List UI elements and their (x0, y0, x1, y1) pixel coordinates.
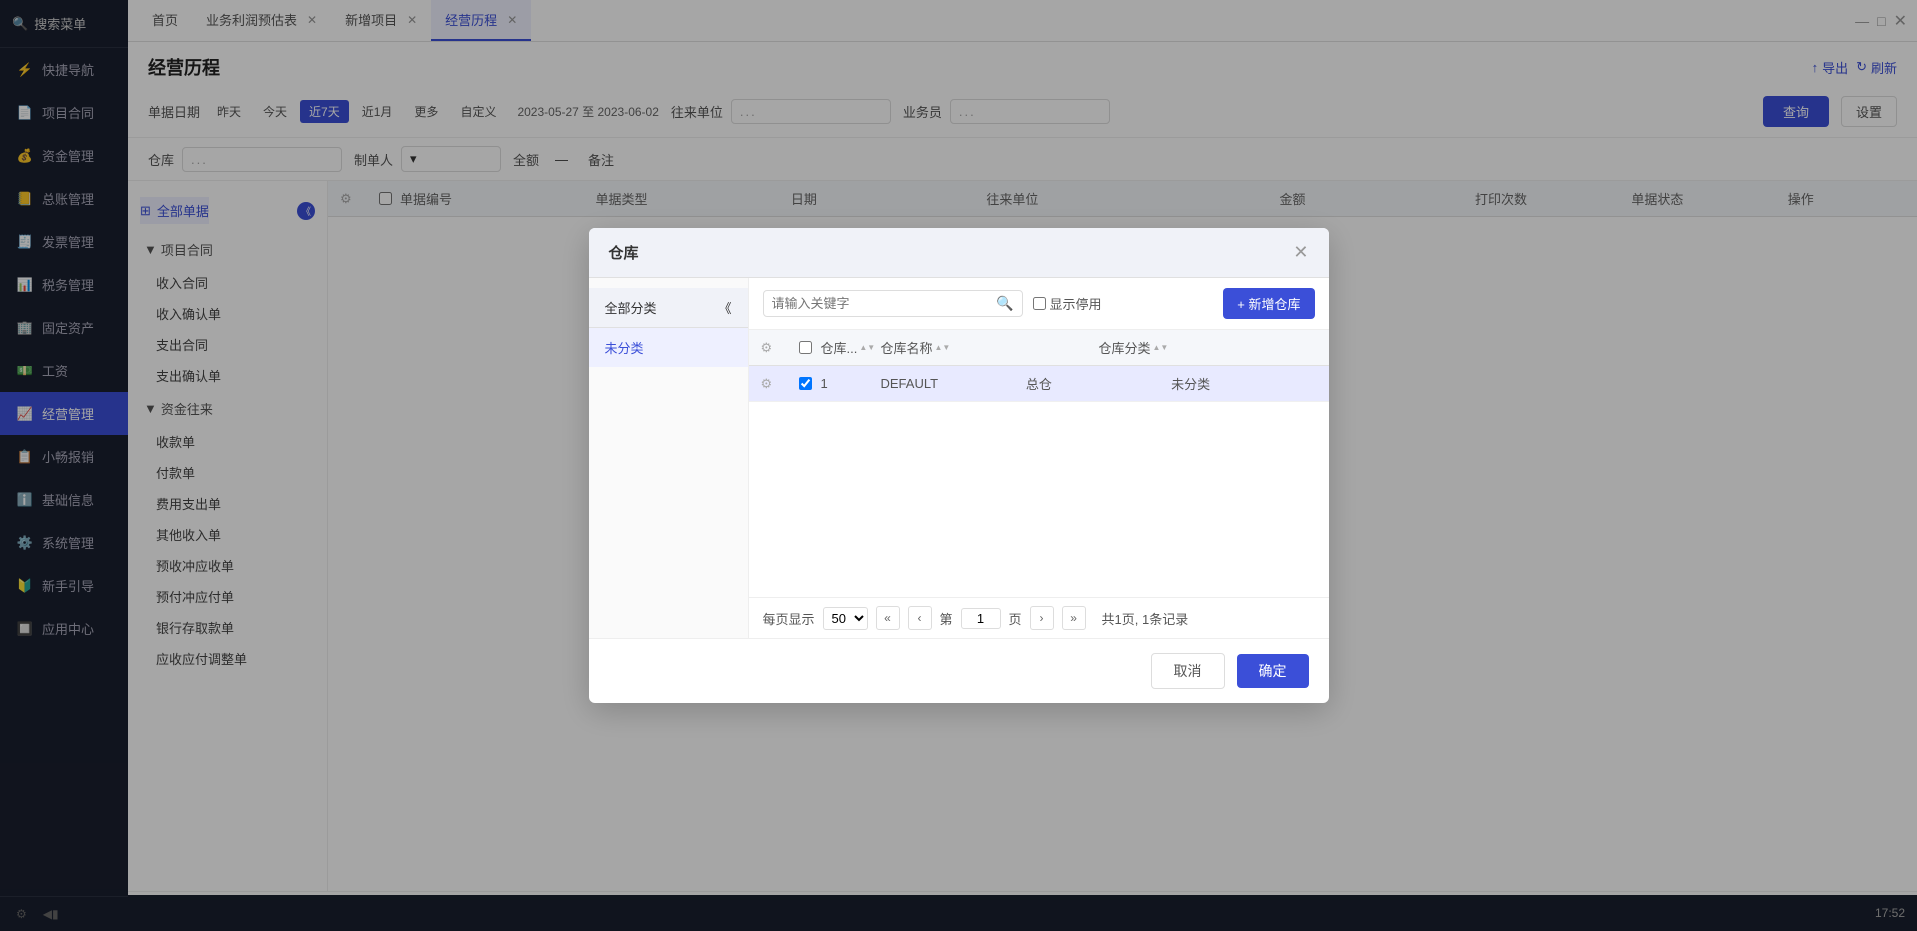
modal-check-all-input[interactable] (799, 341, 812, 354)
add-warehouse-button[interactable]: + 新增仓库 (1223, 288, 1314, 319)
modal-uncategorized-label: 未分类 (605, 341, 644, 356)
row-settings-icon[interactable]: ⚙ (761, 376, 791, 392)
modal-body: 全部分类 《 未分类 🔍 显示停用 (589, 278, 1329, 638)
modal-col-code-label: 仓库名称 (881, 338, 933, 357)
modal-col-name[interactable]: 仓库分类 ▲▼ (1099, 338, 1317, 357)
modal-title: 仓库 (609, 242, 639, 263)
row-num: 1 (821, 376, 881, 391)
modal-total-label: 共1页, 1条记录 (1102, 609, 1189, 628)
modal-next-page-btn[interactable]: › (1030, 606, 1054, 630)
modal-first-page-btn[interactable]: « (876, 606, 900, 630)
modal-sidebar-collapse-icon[interactable]: 《 (718, 298, 731, 317)
row-check[interactable] (791, 377, 821, 390)
modal-overlay: 仓库 ✕ 全部分类 《 未分类 🔍 (0, 0, 1917, 931)
row-name: 总仓 (1026, 374, 1171, 393)
modal-per-page-select[interactable]: 50 (823, 607, 868, 630)
modal-last-page-btn[interactable]: » (1062, 606, 1086, 630)
modal-pagination: 每页显示 50 « ‹ 第 页 › » 共1页, 1条记录 (749, 597, 1329, 638)
table-row[interactable]: ⚙ 1 DEFAULT 总仓 未分类 (749, 366, 1329, 402)
row-code: DEFAULT (881, 376, 1026, 391)
modal-col-check-all[interactable] (791, 341, 821, 354)
modal-close-icon[interactable]: ✕ (1293, 242, 1308, 263)
row-category: 未分类 (1171, 374, 1316, 393)
modal-content: 🔍 显示停用 + 新增仓库 ⚙ (749, 278, 1329, 638)
modal-sidebar-all-label[interactable]: 全部分类 (605, 298, 657, 317)
sort-arrows-name: ▲▼ (1153, 343, 1169, 352)
show-disabled-label[interactable]: 显示停用 (1033, 294, 1102, 313)
modal-actions: 取消 确定 (589, 638, 1329, 703)
modal-search-input[interactable] (772, 296, 997, 311)
sort-arrows-num: ▲▼ (859, 343, 875, 352)
modal-prev-page-btn[interactable]: ‹ (908, 606, 932, 630)
modal-table-header: ⚙ 仓库... ▲▼ 仓库名称 ▲▼ 仓库分类 (749, 330, 1329, 366)
modal-col-name-label: 仓库分类 (1099, 338, 1151, 357)
modal-page-input[interactable] (961, 608, 1001, 629)
modal-page-suffix: 页 (1009, 609, 1022, 628)
modal-col-settings[interactable]: ⚙ (761, 340, 791, 356)
row-checkbox[interactable] (799, 377, 812, 390)
modal-search-box[interactable]: 🔍 (763, 290, 1023, 317)
modal-sidebar-uncategorized[interactable]: 未分类 (589, 328, 748, 367)
show-disabled-text: 显示停用 (1050, 294, 1102, 313)
modal-sidebar: 全部分类 《 未分类 (589, 278, 749, 638)
show-disabled-checkbox[interactable] (1033, 297, 1046, 310)
modal-col-num-label: 仓库... (821, 338, 858, 357)
modal-toolbar: 🔍 显示停用 + 新增仓库 (749, 278, 1329, 330)
warehouse-modal: 仓库 ✕ 全部分类 《 未分类 🔍 (589, 228, 1329, 703)
modal-sidebar-header: 全部分类 《 (589, 288, 748, 328)
modal-search-icon: 🔍 (996, 295, 1013, 312)
modal-per-page-label: 每页显示 (763, 609, 815, 628)
modal-page-label: 第 (940, 609, 953, 628)
modal-table: ⚙ 仓库... ▲▼ 仓库名称 ▲▼ 仓库分类 (749, 330, 1329, 597)
modal-col-num[interactable]: 仓库... ▲▼ (821, 338, 881, 357)
sort-arrows-code: ▲▼ (935, 343, 951, 352)
cancel-button[interactable]: 取消 (1151, 653, 1225, 689)
confirm-button[interactable]: 确定 (1237, 654, 1309, 688)
modal-col-code[interactable]: 仓库名称 ▲▼ (881, 338, 1099, 357)
modal-header: 仓库 ✕ (589, 228, 1329, 278)
